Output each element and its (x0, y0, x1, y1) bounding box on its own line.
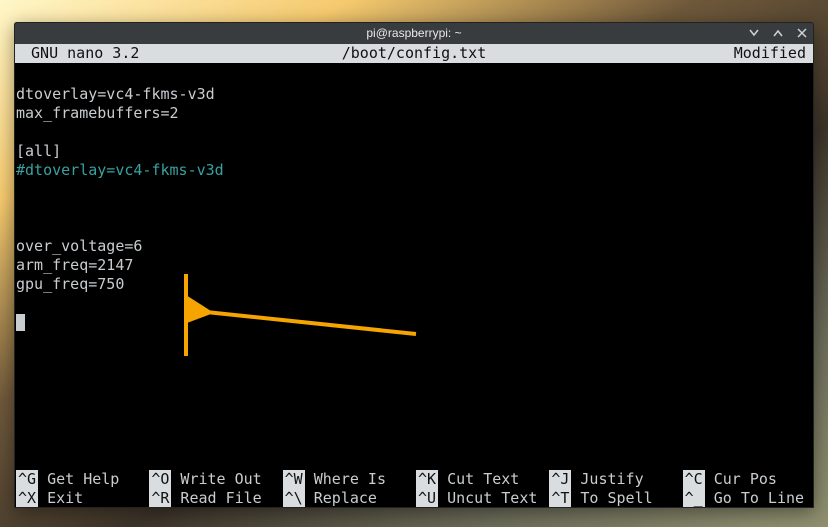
shortcut-label: Read File (171, 489, 261, 507)
shortcut-key: ^T (549, 489, 571, 508)
shortcut-key: ^R (149, 489, 171, 508)
minimize-icon[interactable] (748, 27, 762, 39)
shortcut-key: ^\ (283, 489, 305, 508)
shortcut-row-1: ^G Get Help^O Write Out^W Where Is^K Cut… (14, 470, 814, 489)
editor-cursor-line (16, 313, 812, 332)
shortcut-key: ^J (549, 470, 571, 489)
terminal-body: GNU nano 3.2 /boot/config.txt Modified d… (14, 44, 814, 508)
maximize-icon[interactable] (772, 27, 786, 39)
editor-line: dtoverlay=vc4-fkms-v3d (16, 85, 812, 104)
shortcut-label: Uncut Text (438, 489, 537, 507)
shortcut-key: ^_ (683, 489, 705, 508)
editor-line: [all] (16, 142, 812, 161)
editor-content[interactable]: dtoverlay=vc4-fkms-v3dmax_framebuffers=2… (16, 66, 812, 467)
shortcut-key: ^K (416, 470, 438, 489)
shortcut-item[interactable]: ^X Exit (14, 489, 147, 508)
shortcut-item[interactable]: ^\ Replace (281, 489, 414, 508)
shortcut-label: Replace (305, 489, 377, 507)
shortcut-key: ^O (149, 470, 171, 489)
shortcut-item[interactable]: ^K Cut Text (414, 470, 547, 489)
shortcut-label: Write Out (171, 470, 261, 488)
editor-line (16, 66, 812, 85)
editor-line (16, 294, 812, 313)
shortcut-key: ^U (416, 489, 438, 508)
cursor-icon (16, 314, 25, 331)
window-title: pi@raspberrypi: ~ (366, 26, 461, 40)
shortcut-key: ^G (16, 470, 38, 489)
shortcut-key: ^X (16, 489, 38, 508)
editor-line: arm_freq=2147 (16, 256, 812, 275)
shortcut-label: Cur Pos (705, 470, 777, 488)
window-title-bar[interactable]: pi@raspberrypi: ~ (14, 22, 814, 45)
shortcut-label: Cut Text (438, 470, 519, 488)
editor-line (16, 199, 812, 218)
nano-header: GNU nano 3.2 /boot/config.txt Modified (14, 44, 814, 63)
close-icon[interactable] (796, 27, 810, 39)
shortcut-label: Get Help (38, 470, 119, 488)
editor-line: over_voltage=6 (16, 237, 812, 256)
shortcut-item[interactable]: ^C Cur Pos (681, 470, 814, 489)
shortcut-item[interactable]: ^R Read File (147, 489, 280, 508)
shortcut-row-2: ^X Exit^R Read File^\ Replace^U Uncut Te… (14, 489, 814, 508)
shortcut-label: Where Is (305, 470, 386, 488)
shortcut-item[interactable]: ^U Uncut Text (414, 489, 547, 508)
shortcut-item[interactable]: ^O Write Out (147, 470, 280, 489)
window-controls (748, 22, 810, 44)
shortcut-label: To Spell (571, 489, 652, 507)
terminal-window: pi@raspberrypi: ~ GNU nano 3.2 /boot/con… (14, 22, 814, 508)
shortcut-item[interactable]: ^G Get Help (14, 470, 147, 489)
shortcut-key: ^W (283, 470, 305, 489)
shortcut-item[interactable]: ^T To Spell (547, 489, 680, 508)
shortcut-label: Go To Line (705, 489, 804, 507)
shortcut-item[interactable]: ^_ Go To Line (681, 489, 814, 508)
editor-line (16, 218, 812, 237)
nano-file: /boot/config.txt (342, 44, 487, 62)
shortcut-label: Justify (571, 470, 643, 488)
shortcut-label: Exit (38, 489, 83, 507)
shortcut-item[interactable]: ^W Where Is (281, 470, 414, 489)
nano-shortcuts: ^G Get Help^O Write Out^W Where Is^K Cut… (14, 470, 814, 508)
editor-line: max_framebuffers=2 (16, 104, 812, 123)
shortcut-key: ^C (683, 470, 705, 489)
editor-line (16, 123, 812, 142)
editor-line (16, 180, 812, 199)
editor-line: gpu_freq=750 (16, 275, 812, 294)
shortcut-item[interactable]: ^J Justify (547, 470, 680, 489)
editor-line: #dtoverlay=vc4-fkms-v3d (16, 161, 812, 180)
